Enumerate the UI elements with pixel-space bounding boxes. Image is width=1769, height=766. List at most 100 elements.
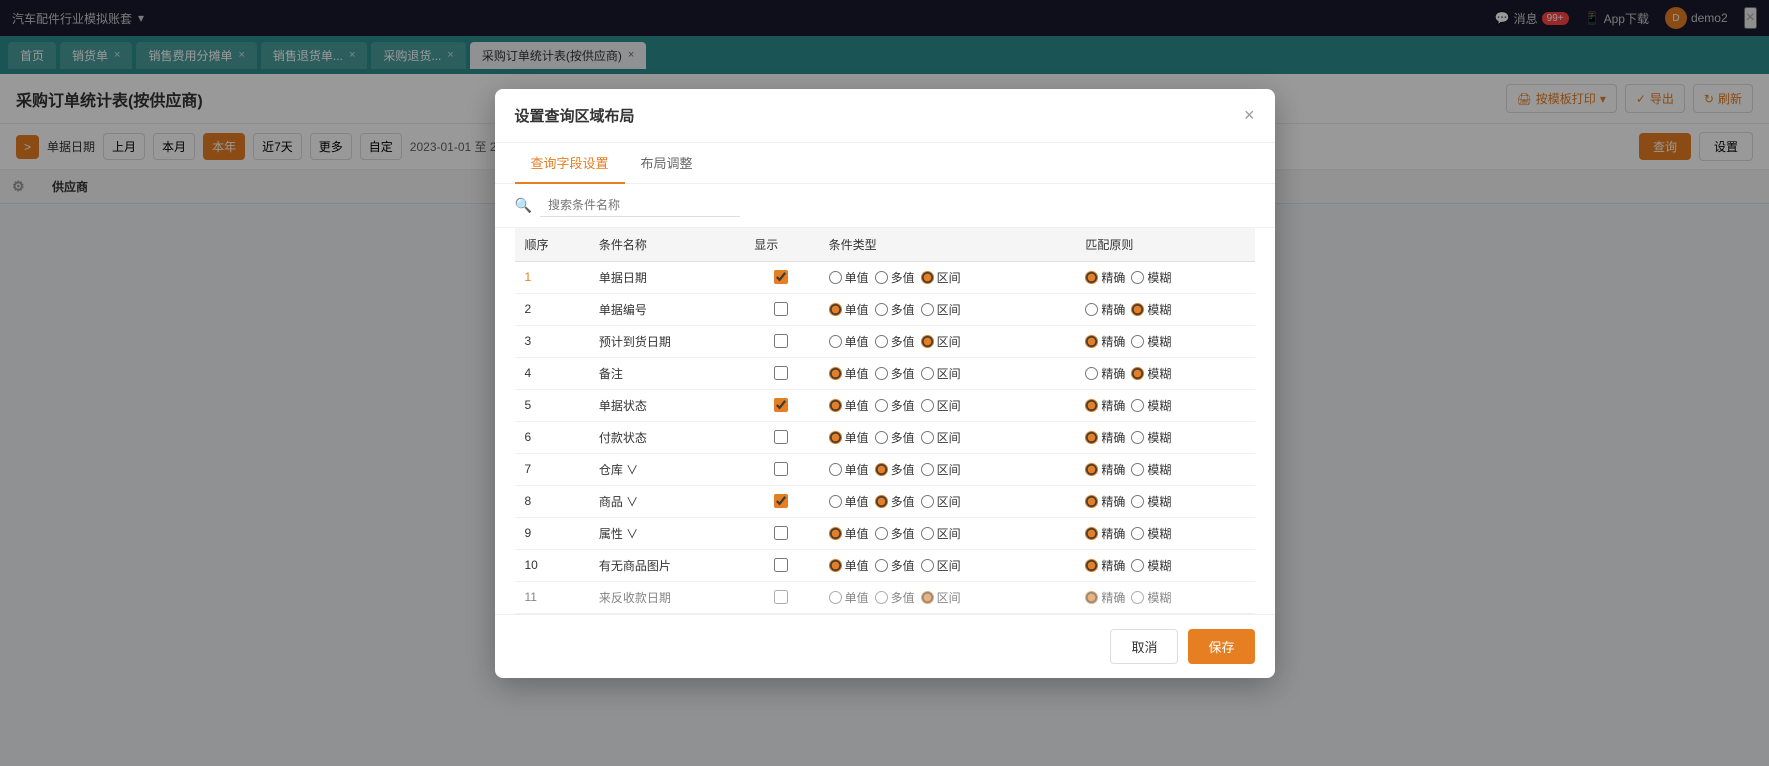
cond-type-single-label[interactable]: 单值 xyxy=(829,557,869,574)
cond-type-range-label[interactable]: 区间 xyxy=(921,461,961,478)
cond-type-multi-radio[interactable] xyxy=(875,463,888,476)
cond-type-single-radio[interactable] xyxy=(829,463,842,476)
cond-type-multi-radio[interactable] xyxy=(875,303,888,316)
cond-type-single-label[interactable]: 单值 xyxy=(829,429,869,446)
tab-field-settings[interactable]: 查询字段设置 xyxy=(515,143,625,184)
cond-type-single-radio[interactable] xyxy=(829,335,842,348)
cond-type-range-radio[interactable] xyxy=(921,303,934,316)
cond-type-multi-radio[interactable] xyxy=(875,367,888,380)
match-exact-label[interactable]: 精确 xyxy=(1085,461,1125,478)
match-exact-label[interactable]: 精确 xyxy=(1085,557,1125,574)
match-exact-label[interactable]: 精确 xyxy=(1085,269,1125,286)
cond-type-multi-radio[interactable] xyxy=(875,495,888,508)
match-exact-label[interactable]: 精确 xyxy=(1085,333,1125,350)
match-exact-radio[interactable] xyxy=(1085,559,1098,572)
cond-type-multi-label[interactable]: 多值 xyxy=(875,429,915,446)
cond-type-range-radio[interactable] xyxy=(921,591,934,604)
match-fuzzy-label[interactable]: 模糊 xyxy=(1131,557,1171,574)
cond-type-range-label[interactable]: 区间 xyxy=(921,525,961,542)
cond-type-multi-label[interactable]: 多值 xyxy=(875,493,915,510)
cond-type-multi-radio[interactable] xyxy=(875,399,888,412)
cond-type-single-radio[interactable] xyxy=(829,367,842,380)
row-match-rule[interactable]: 精确模糊 xyxy=(1075,485,1254,517)
cond-type-multi-radio[interactable] xyxy=(875,527,888,540)
match-fuzzy-label[interactable]: 模糊 xyxy=(1131,525,1171,542)
row-cond-type[interactable]: 单值多值区间 xyxy=(819,453,1076,485)
show-checkbox[interactable] xyxy=(774,334,788,348)
cond-type-single-radio[interactable] xyxy=(829,399,842,412)
cond-type-multi-radio[interactable] xyxy=(875,559,888,572)
row-match-rule[interactable]: 精确模糊 xyxy=(1075,357,1254,389)
cond-type-range-radio[interactable] xyxy=(921,399,934,412)
cond-type-range-radio[interactable] xyxy=(921,271,934,284)
row-show[interactable] xyxy=(744,325,818,357)
match-exact-label[interactable]: 精确 xyxy=(1085,525,1125,542)
row-cond-type[interactable]: 单值多值区间 xyxy=(819,549,1076,581)
match-fuzzy-radio[interactable] xyxy=(1131,399,1144,412)
cond-type-single-label[interactable]: 单值 xyxy=(829,589,869,606)
match-exact-radio[interactable] xyxy=(1085,399,1098,412)
cond-type-single-label[interactable]: 单值 xyxy=(829,525,869,542)
row-show[interactable] xyxy=(744,421,818,453)
cond-type-range-label[interactable]: 区间 xyxy=(921,333,961,350)
match-fuzzy-label[interactable]: 模糊 xyxy=(1131,461,1171,478)
match-exact-radio[interactable] xyxy=(1085,367,1098,380)
row-show[interactable] xyxy=(744,389,818,421)
save-button[interactable]: 保存 xyxy=(1188,629,1254,664)
show-checkbox[interactable] xyxy=(774,558,788,572)
row-cond-type[interactable]: 单值多值区间 xyxy=(819,517,1076,549)
row-cond-type[interactable]: 单值多值区间 xyxy=(819,325,1076,357)
row-match-rule[interactable]: 精确模糊 xyxy=(1075,421,1254,453)
row-cond-type[interactable]: 单值多值区间 xyxy=(819,261,1076,293)
cond-type-multi-radio[interactable] xyxy=(875,591,888,604)
match-fuzzy-radio[interactable] xyxy=(1131,367,1144,380)
cond-type-range-radio[interactable] xyxy=(921,559,934,572)
cond-type-range-radio[interactable] xyxy=(921,495,934,508)
match-fuzzy-label[interactable]: 模糊 xyxy=(1131,429,1171,446)
match-exact-label[interactable]: 精确 xyxy=(1085,301,1125,318)
cond-type-multi-label[interactable]: 多值 xyxy=(875,461,915,478)
row-match-rule[interactable]: 精确模糊 xyxy=(1075,549,1254,581)
match-exact-radio[interactable] xyxy=(1085,431,1098,444)
match-exact-label[interactable]: 精确 xyxy=(1085,493,1125,510)
cond-type-multi-label[interactable]: 多值 xyxy=(875,557,915,574)
match-exact-radio[interactable] xyxy=(1085,591,1098,604)
cond-type-single-label[interactable]: 单值 xyxy=(829,461,869,478)
show-checkbox[interactable] xyxy=(774,462,788,476)
cond-type-range-label[interactable]: 区间 xyxy=(921,301,961,318)
match-exact-radio[interactable] xyxy=(1085,495,1098,508)
cond-type-multi-label[interactable]: 多值 xyxy=(875,269,915,286)
cond-type-single-radio[interactable] xyxy=(829,495,842,508)
row-show[interactable] xyxy=(744,261,818,293)
cond-type-single-label[interactable]: 单值 xyxy=(829,493,869,510)
cond-type-multi-label[interactable]: 多值 xyxy=(875,589,915,606)
cond-type-single-radio[interactable] xyxy=(829,559,842,572)
row-match-rule[interactable]: 精确模糊 xyxy=(1075,325,1254,357)
match-fuzzy-radio[interactable] xyxy=(1131,591,1144,604)
cond-type-multi-label[interactable]: 多值 xyxy=(875,333,915,350)
search-input[interactable] xyxy=(540,194,740,217)
match-fuzzy-radio[interactable] xyxy=(1131,527,1144,540)
cond-type-range-radio[interactable] xyxy=(921,527,934,540)
match-fuzzy-label[interactable]: 模糊 xyxy=(1131,397,1171,414)
row-show[interactable] xyxy=(744,485,818,517)
cond-type-multi-radio[interactable] xyxy=(875,431,888,444)
cond-type-range-label[interactable]: 区间 xyxy=(921,397,961,414)
cond-type-single-radio[interactable] xyxy=(829,431,842,444)
match-fuzzy-radio[interactable] xyxy=(1131,303,1144,316)
cond-type-range-radio[interactable] xyxy=(921,367,934,380)
match-exact-radio[interactable] xyxy=(1085,463,1098,476)
cond-type-single-label[interactable]: 单值 xyxy=(829,397,869,414)
cond-type-range-label[interactable]: 区间 xyxy=(921,429,961,446)
cond-type-range-radio[interactable] xyxy=(921,463,934,476)
row-show[interactable] xyxy=(744,581,818,613)
match-exact-label[interactable]: 精确 xyxy=(1085,429,1125,446)
tab-layout-adjust[interactable]: 布局调整 xyxy=(625,143,709,184)
show-checkbox[interactable] xyxy=(774,270,788,284)
match-fuzzy-radio[interactable] xyxy=(1131,495,1144,508)
row-show[interactable] xyxy=(744,549,818,581)
row-show[interactable] xyxy=(744,293,818,325)
cond-type-single-radio[interactable] xyxy=(829,271,842,284)
row-show[interactable] xyxy=(744,453,818,485)
cond-type-range-radio[interactable] xyxy=(921,431,934,444)
